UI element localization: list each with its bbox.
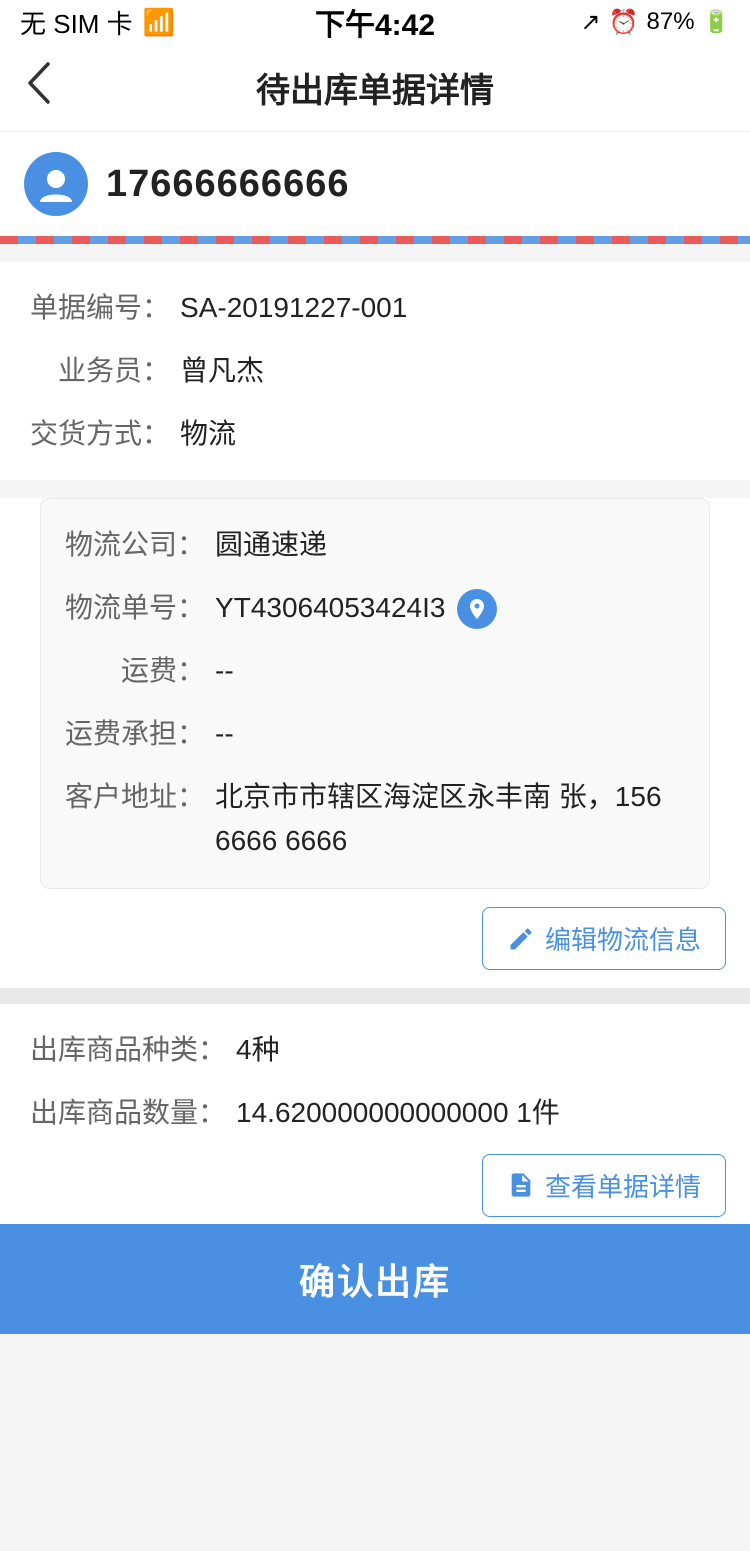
logistics-card: 物流公司： 圆通速递 物流单号： YT43064053424I3 xyxy=(40,498,710,889)
status-right: ↗ ⏰ 87% 🔋 xyxy=(581,8,730,37)
avatar xyxy=(24,152,88,216)
document-number-label: 单据编号： xyxy=(30,286,170,331)
freight-bearer-label: 运费承担： xyxy=(65,712,205,757)
tracking-number-value: YT43064053424I3 xyxy=(215,586,685,631)
carrier-label: 无 SIM 卡 xyxy=(20,4,133,41)
time-label: 下午4:42 xyxy=(315,0,435,44)
location-icon[interactable] xyxy=(457,589,497,629)
salesman-label: 业务员： xyxy=(30,349,170,394)
section-divider xyxy=(0,988,750,1004)
address-row: 客户地址： 北京市市辖区海淀区永丰南 张，156 6666 6666 xyxy=(65,775,685,865)
customer-header: 17666666666 xyxy=(0,132,750,236)
freight-row: 运费： -- xyxy=(65,649,685,694)
logistics-company-value: 圆通速递 xyxy=(215,523,685,568)
location-arrow-icon: ↗ xyxy=(581,8,601,37)
status-bar: 无 SIM 卡 📶 下午4:42 ↗ ⏰ 87% 🔋 xyxy=(0,0,750,44)
freight-label: 运费： xyxy=(65,649,205,694)
freight-bearer-value: -- xyxy=(215,712,685,757)
document-info-section: 单据编号： SA-20191227-001 业务员： 曾凡杰 交货方式： 物流 xyxy=(0,262,750,480)
battery-icon: 🔋 xyxy=(703,9,730,35)
product-category-row: 出库商品种类： 4种 xyxy=(30,1028,720,1073)
document-number-value: SA-20191227-001 xyxy=(180,286,720,331)
tracking-number-row: 物流单号： YT43064053424I3 xyxy=(65,586,685,631)
wifi-icon: 📶 xyxy=(143,7,175,38)
page-title: 待出库单据详情 xyxy=(256,63,494,112)
delivery-method-label: 交货方式： xyxy=(30,412,170,457)
tracking-number-label: 物流单号： xyxy=(65,586,205,631)
view-detail-button[interactable]: 查看单据详情 xyxy=(482,1154,726,1217)
battery-label: 87% xyxy=(647,8,695,36)
freight-bearer-row: 运费承担： -- xyxy=(65,712,685,757)
customer-phone: 17666666666 xyxy=(106,163,349,206)
back-button[interactable] xyxy=(24,60,52,116)
document-number-row: 单据编号： SA-20191227-001 xyxy=(30,286,720,331)
alarm-icon: ⏰ xyxy=(609,8,639,37)
edit-logistics-button[interactable]: 编辑物流信息 xyxy=(482,907,726,970)
view-detail-label: 查看单据详情 xyxy=(545,1167,701,1204)
freight-value: -- xyxy=(215,649,685,694)
product-category-label: 出库商品种类： xyxy=(30,1028,226,1073)
product-quantity-label: 出库商品数量： xyxy=(30,1091,226,1136)
logistics-company-label: 物流公司： xyxy=(65,523,205,568)
status-left: 无 SIM 卡 📶 xyxy=(20,4,175,41)
delivery-method-row: 交货方式： 物流 xyxy=(30,412,720,457)
salesman-row: 业务员： 曾凡杰 xyxy=(30,349,720,394)
edit-logistics-label: 编辑物流信息 xyxy=(545,920,701,957)
confirm-button-label: 确认出库 xyxy=(299,1253,451,1305)
salesman-value: 曾凡杰 xyxy=(180,349,720,394)
edit-btn-container: 编辑物流信息 xyxy=(0,889,750,988)
edit-icon xyxy=(507,925,535,953)
delivery-method-value: 物流 xyxy=(180,412,720,457)
product-quantity-value: 14.620000000000000 1件 xyxy=(236,1091,720,1136)
product-category-value: 4种 xyxy=(236,1028,720,1073)
nav-bar: 待出库单据详情 xyxy=(0,44,750,132)
document-icon xyxy=(507,1171,535,1199)
logistics-company-row: 物流公司： 圆通速递 xyxy=(65,523,685,568)
deco-line xyxy=(0,236,750,244)
address-label: 客户地址： xyxy=(65,775,205,820)
product-info-section: 出库商品种类： 4种 出库商品数量： 14.620000000000000 1件 xyxy=(0,1004,750,1154)
confirm-button[interactable]: 确认出库 xyxy=(0,1224,750,1334)
product-quantity-row: 出库商品数量： 14.620000000000000 1件 xyxy=(30,1091,720,1136)
address-value: 北京市市辖区海淀区永丰南 张，156 6666 6666 xyxy=(215,775,685,865)
